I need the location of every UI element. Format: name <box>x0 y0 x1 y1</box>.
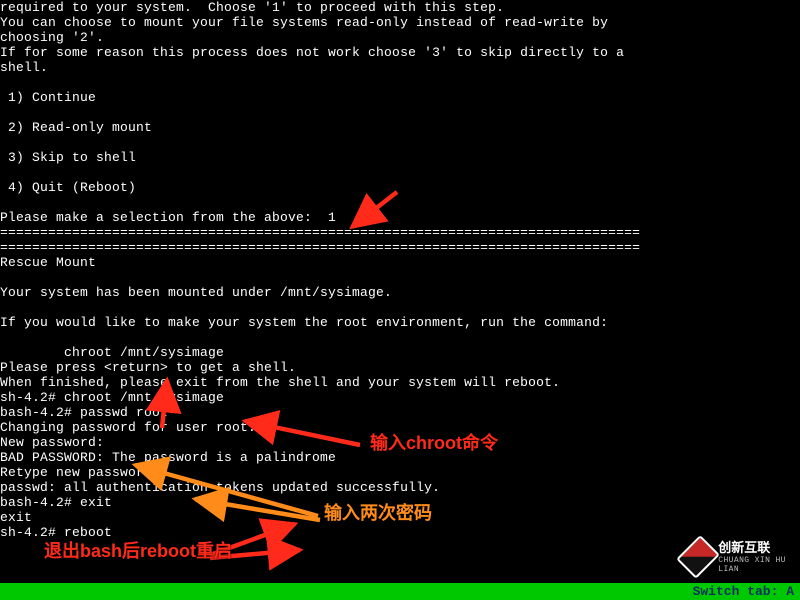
tmux-status-bar[interactable]: [anaconda] 1:main* 2:shell 3:log 4:stora… <box>0 583 800 600</box>
logo-main-text: 创新互联 <box>718 540 770 555</box>
logo-sub-text: CHUANG XIN HU LIAN <box>718 556 794 574</box>
statusbar-right: Switch tab: A <box>693 583 794 600</box>
terminal-output[interactable]: required to your system. Choose '1' to p… <box>0 0 800 540</box>
annotation-exit-reboot: 退出bash后reboot重启 <box>44 544 232 559</box>
watermark-logo: 创新互联 CHUANG XIN HU LIAN <box>684 538 794 576</box>
logo-mark-icon <box>676 535 720 579</box>
